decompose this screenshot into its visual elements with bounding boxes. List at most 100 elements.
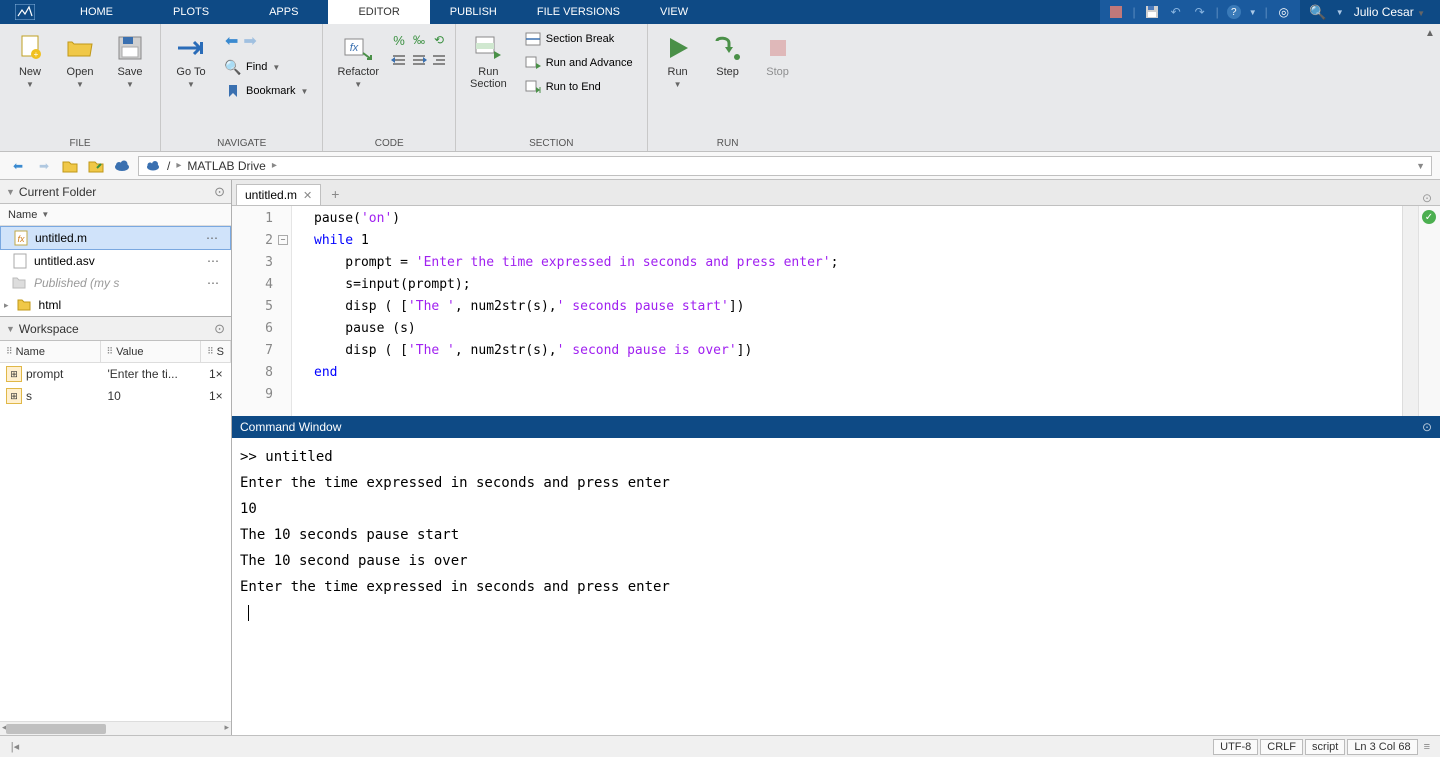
- stop-button[interactable]: Stop: [756, 28, 800, 82]
- forward-icon[interactable]: ➡: [34, 156, 54, 176]
- workspace-row[interactable]: ⊞prompt'Enter the ti...1×: [0, 363, 231, 385]
- file-item[interactable]: ▸html: [0, 294, 231, 316]
- ws-size-col[interactable]: ⠿S: [201, 341, 231, 362]
- workspace-title: Workspace: [19, 322, 79, 336]
- workspace-columns: ⠿Name ⠿Value ⠿S: [0, 341, 231, 363]
- command-panel-options-icon[interactable]: ⊙: [1422, 420, 1432, 434]
- path-dropdown-icon[interactable]: ▼: [1416, 161, 1425, 171]
- eol-status[interactable]: CRLF: [1260, 739, 1303, 755]
- collapse-icon: ▼: [6, 187, 15, 197]
- main-tab-home[interactable]: HOME: [50, 0, 143, 24]
- file-item[interactable]: Published (my s⋯: [0, 272, 231, 294]
- close-tab-icon[interactable]: ✕: [303, 189, 312, 202]
- status-right: UTF-8 CRLF script Ln 3 Col 68 ≡: [1213, 739, 1440, 755]
- browse-folder-icon[interactable]: [86, 156, 106, 176]
- encoding-status[interactable]: UTF-8: [1213, 739, 1258, 755]
- user-menu[interactable]: Julio Cesar ▼: [1354, 5, 1425, 19]
- code-line: end: [314, 362, 1402, 384]
- file-item[interactable]: untitled.asv⋯: [0, 250, 231, 272]
- nav-back-icon[interactable]: ⬅: [225, 31, 238, 51]
- code-editor[interactable]: 12−3456789 pause('on')while 1 prompt = '…: [232, 206, 1440, 416]
- back-icon[interactable]: ⬅: [8, 156, 28, 176]
- code-content[interactable]: pause('on')while 1 prompt = 'Enter the t…: [292, 206, 1402, 416]
- smart-indent-icon[interactable]: [431, 52, 447, 68]
- path-breadcrumb[interactable]: / ▸ MATLAB Drive ▸ ▼: [138, 156, 1432, 176]
- fold-icon[interactable]: −: [278, 235, 288, 245]
- target-icon[interactable]: ◎: [1276, 4, 1292, 20]
- variable-icon: ⊞: [6, 388, 22, 404]
- run-section-button[interactable]: Run Section: [464, 28, 513, 94]
- help-icon[interactable]: ?: [1227, 5, 1241, 19]
- up-folder-icon[interactable]: [60, 156, 80, 176]
- filetype-status[interactable]: script: [1305, 739, 1345, 755]
- bookmark-label: Bookmark: [246, 85, 296, 97]
- command-window-header[interactable]: Command Window ⊙: [232, 416, 1440, 438]
- minimize-toolstrip-icon[interactable]: ▲: [1420, 24, 1440, 151]
- indent-icon[interactable]: [391, 52, 407, 68]
- file-menu-icon[interactable]: ⋯: [207, 276, 219, 290]
- save-button[interactable]: Save▼: [108, 28, 152, 94]
- cloud-icon[interactable]: [112, 156, 132, 176]
- run-to-end-button[interactable]: Run to End: [519, 76, 639, 98]
- outdent-icon[interactable]: [411, 52, 427, 68]
- file-menu-icon[interactable]: ⋯: [207, 254, 219, 268]
- editor-vscrollbar[interactable]: [1402, 206, 1418, 416]
- panel-options-icon-2[interactable]: ⊙: [214, 321, 225, 337]
- scrollbar-thumb[interactable]: [6, 724, 106, 734]
- panel-options-icon[interactable]: ⊙: [214, 184, 225, 200]
- file-icon: fx: [13, 230, 29, 246]
- bookmark-icon: [225, 83, 241, 99]
- redo-icon[interactable]: ↷: [1192, 4, 1208, 20]
- find-button[interactable]: 🔍 Find ▼: [219, 56, 314, 78]
- current-folder-header[interactable]: ▼ Current Folder ⊙: [0, 180, 231, 204]
- editor-tab[interactable]: untitled.m ✕: [236, 184, 321, 205]
- wrap-icon[interactable]: ⟲: [431, 32, 447, 48]
- add-tab-button[interactable]: +: [323, 183, 347, 205]
- name-column-header[interactable]: Name ▼: [0, 204, 231, 226]
- cursor-position-status[interactable]: Ln 3 Col 68: [1347, 739, 1417, 755]
- ws-size-col-label: S: [217, 346, 224, 358]
- editor-options-icon[interactable]: ⊙: [1422, 191, 1432, 205]
- main-tab-apps[interactable]: APPS: [239, 0, 328, 24]
- stop-recording-icon[interactable]: [1108, 4, 1124, 20]
- workspace-row[interactable]: ⊞s101×: [0, 385, 231, 407]
- run-advance-button[interactable]: Run and Advance: [519, 52, 639, 74]
- workspace-header[interactable]: ▼ Workspace ⊙: [0, 317, 231, 341]
- refactor-button[interactable]: fx Refactor▼: [331, 28, 385, 94]
- goto-button[interactable]: Go To▼: [169, 28, 213, 94]
- help-dropdown[interactable]: ▼: [1249, 8, 1257, 17]
- search-dropdown[interactable]: ▼: [1336, 8, 1344, 17]
- goto-start-icon[interactable]: |◂: [6, 740, 24, 753]
- nav-fwd-icon[interactable]: ➡: [243, 31, 256, 51]
- uncomment-icon[interactable]: ‰: [411, 32, 427, 48]
- main-tab-plots[interactable]: PLOTS: [143, 0, 239, 24]
- run-button[interactable]: Run▼: [656, 28, 700, 94]
- command-window[interactable]: >> untitledEnter the time expressed in s…: [232, 438, 1440, 735]
- open-button[interactable]: Open▼: [58, 28, 102, 94]
- file-item[interactable]: fxuntitled.m⋯: [0, 226, 231, 250]
- search-icon[interactable]: 🔍: [1310, 4, 1326, 20]
- current-folder-title: Current Folder: [19, 185, 96, 199]
- step-button[interactable]: Step: [706, 28, 750, 82]
- main-tab-publish[interactable]: PUBLISH: [430, 0, 517, 24]
- workspace-hscrollbar[interactable]: ◂ ▸: [0, 721, 231, 735]
- main-tab-view[interactable]: VIEW: [640, 0, 708, 24]
- ws-value-col[interactable]: ⠿Value: [101, 341, 202, 362]
- path-root[interactable]: /: [167, 159, 170, 173]
- main-tab-file-versions[interactable]: FILE VERSIONS: [517, 0, 640, 24]
- path-segment[interactable]: MATLAB Drive: [187, 159, 265, 173]
- status-menu-icon[interactable]: ≡: [1420, 741, 1434, 753]
- file-menu-icon[interactable]: ⋯: [206, 231, 218, 245]
- main-tab-editor[interactable]: EDITOR: [328, 0, 429, 24]
- bookmark-button[interactable]: Bookmark ▼: [219, 80, 314, 102]
- ws-name-col[interactable]: ⠿Name: [0, 341, 101, 362]
- new-button[interactable]: + New▼: [8, 28, 52, 94]
- save-icon[interactable]: [1144, 4, 1160, 20]
- nav-back-forward[interactable]: ⬅ ➡: [219, 28, 314, 54]
- undo-icon[interactable]: ↶: [1168, 4, 1184, 20]
- section-break-button[interactable]: Section Break: [519, 28, 639, 50]
- comment-icon[interactable]: %: [391, 32, 407, 48]
- command-prompt-cursor[interactable]: [240, 600, 1432, 626]
- top-menu-right: | ↶ ↷ | ? ▼ | ◎ 🔍 ▼ Julio Cesar ▼: [1100, 0, 1440, 24]
- editor-split: 12−3456789 pause('on')while 1 prompt = '…: [232, 206, 1440, 735]
